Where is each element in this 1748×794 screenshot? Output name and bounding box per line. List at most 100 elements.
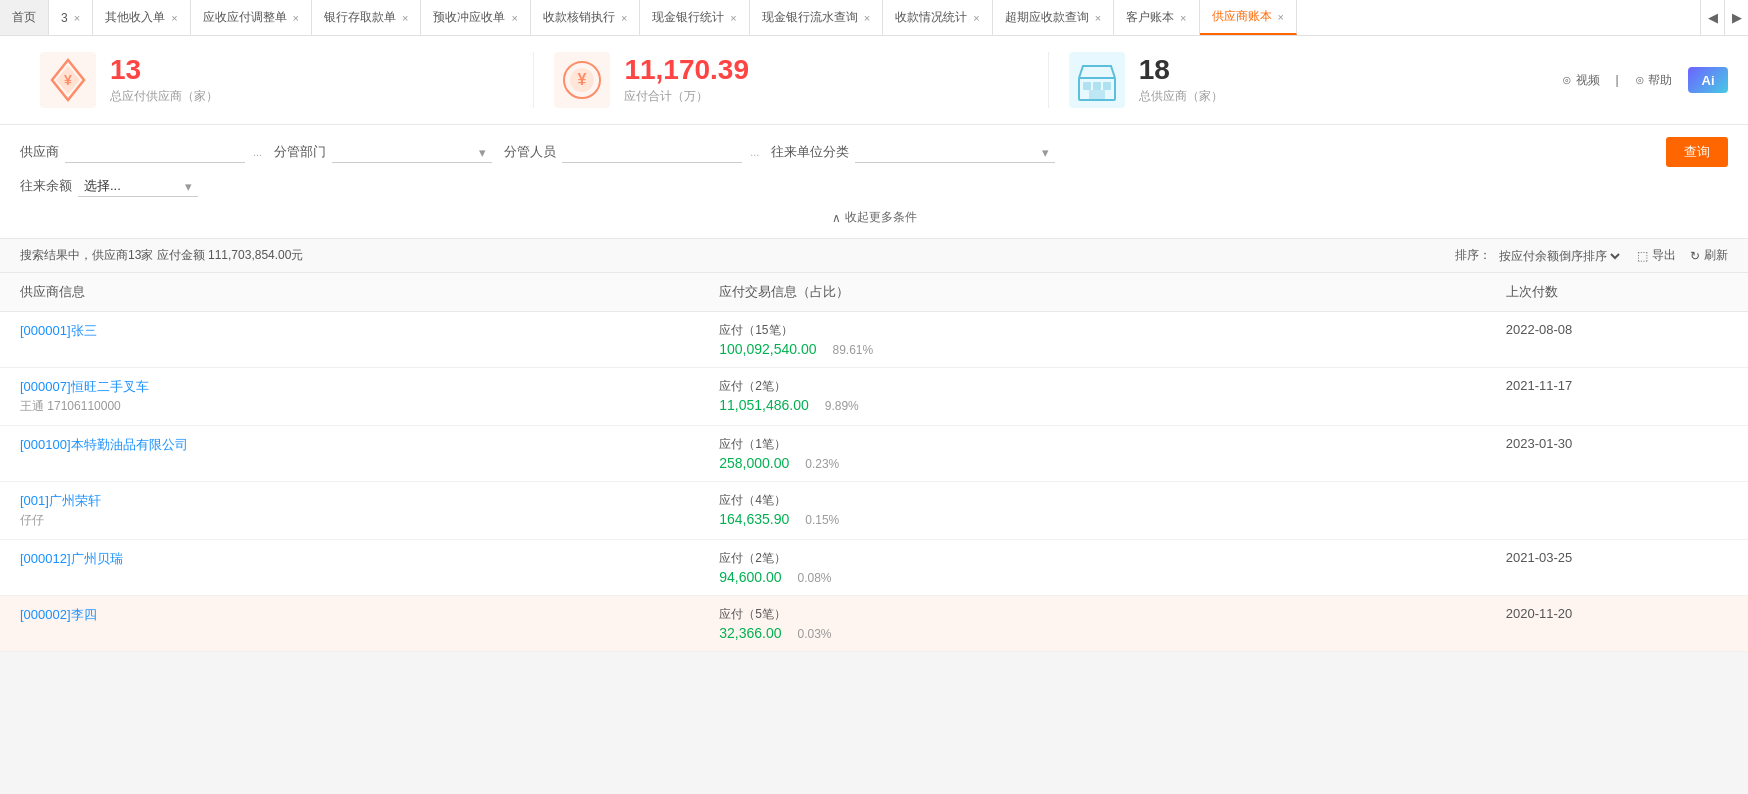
tab-other-income[interactable]: 其他收入单 × (93, 0, 190, 35)
payable-label: 应付（1笔） (719, 436, 1466, 453)
collapse-arrow-icon: ∧ (832, 211, 841, 225)
extra-cell (1688, 482, 1748, 540)
supplier-ellipsis[interactable]: ... (253, 146, 262, 158)
close-icon[interactable]: × (293, 12, 299, 24)
nav-next-arrow[interactable]: ▶ (1724, 0, 1748, 36)
col-extra (1688, 273, 1748, 312)
close-icon[interactable]: × (864, 12, 870, 24)
tab-supplier-account[interactable]: 供应商账本 × (1200, 0, 1297, 35)
tab-3[interactable]: 3 × (49, 0, 93, 35)
close-icon[interactable]: × (511, 12, 517, 24)
last-pay-cell: 2021-03-25 (1486, 540, 1688, 596)
last-pay-cell: 2020-11-20 (1486, 596, 1688, 652)
dept-select[interactable] (332, 141, 492, 163)
tab-collection-stat[interactable]: 收款情况统计 × (883, 0, 992, 35)
supplier-link[interactable]: [001]广州荣轩 (20, 493, 101, 508)
supplier-info-cell: [000002]李四 (0, 596, 699, 652)
help-link[interactable]: ⊙ 帮助 (1635, 72, 1672, 89)
export-icon: ⬚ (1637, 249, 1648, 263)
payable-pct: 0.15% (805, 513, 839, 527)
tab-receivable-exec[interactable]: 收款核销执行 × (531, 0, 640, 35)
close-icon[interactable]: × (730, 12, 736, 24)
payable-info-cell: 应付（15笔）100,092,540.0089.61% (699, 312, 1486, 368)
payable-info-cell: 应付（5笔）32,366.000.03% (699, 596, 1486, 652)
payable-pct: 0.03% (797, 627, 831, 641)
supplier-link[interactable]: [000007]恒旺二手叉车 (20, 379, 149, 394)
tab-ap-adjust[interactable]: 应收应付调整单 × (191, 0, 312, 35)
results-actions: 排序： 按应付余额倒序排序 ⬚ 导出 ↻ 刷新 (1455, 247, 1728, 264)
payable-label: 应付（2笔） (719, 550, 1466, 567)
extra-cell (1688, 596, 1748, 652)
query-button[interactable]: 查询 (1666, 137, 1728, 167)
extra-cell (1688, 540, 1748, 596)
balance-select-wrap: 选择... (78, 175, 198, 197)
unit-class-select[interactable] (855, 141, 1055, 163)
supplier-link[interactable]: [000002]李四 (20, 607, 97, 622)
tab-overdue-query[interactable]: 超期应收款查询 × (993, 0, 1114, 35)
tab-bank-deposit[interactable]: 银行存取款单 × (312, 0, 421, 35)
tab-cash-bank-flow[interactable]: 现金银行流水查询 × (750, 0, 883, 35)
unit-class-label: 往来单位分类 (771, 143, 849, 161)
table-row: [000007]恒旺二手叉车王通 17106110000应付（2笔）11,051… (0, 368, 1748, 426)
last-pay-cell (1486, 482, 1688, 540)
supplier-link[interactable]: [000001]张三 (20, 323, 97, 338)
close-icon[interactable]: × (973, 12, 979, 24)
svg-rect-10 (1083, 82, 1091, 90)
payable-info-cell: 应付（1笔）258,000.000.23% (699, 426, 1486, 482)
last-pay-date: 2023-01-30 (1506, 436, 1668, 451)
supplier-info-cell: [000012]广州贝瑞 (0, 540, 699, 596)
collapse-button[interactable]: ∧ 收起更多条件 (20, 205, 1728, 230)
close-icon[interactable]: × (1278, 11, 1284, 23)
filter-row-1: 供应商 ... 分管部门 分管人员 ... 往来单位分类 (20, 137, 1728, 167)
close-icon[interactable]: × (402, 12, 408, 24)
supplier-table: 供应商信息 应付交易信息（占比） 上次付数 [000001]张三应付（15笔）1… (0, 273, 1748, 652)
refresh-label: 刷新 (1704, 247, 1728, 264)
video-link[interactable]: ⊙ 视频 (1562, 72, 1599, 89)
tab-cash-bank-stat[interactable]: 现金银行统计 × (640, 0, 749, 35)
last-pay-date: 2022-08-08 (1506, 322, 1668, 337)
close-icon[interactable]: × (171, 12, 177, 24)
close-icon[interactable]: × (1180, 12, 1186, 24)
supplier-link[interactable]: [000012]广州贝瑞 (20, 551, 123, 566)
close-icon[interactable]: × (74, 12, 80, 24)
export-label: 导出 (1652, 247, 1676, 264)
payable-label: 应付（4笔） (719, 492, 1466, 509)
table-row: [001]广州荣轩仔仔应付（4笔）164,635.900.15% (0, 482, 1748, 540)
supplier-label: 供应商 (20, 143, 59, 161)
last-pay-cell: 2022-08-08 (1486, 312, 1688, 368)
results-summary: 搜索结果中，供应商13家 应付金额 111,703,854.00元 (20, 247, 303, 264)
supplier-input[interactable] (65, 141, 245, 163)
close-icon[interactable]: × (621, 12, 627, 24)
close-icon[interactable]: × (1095, 12, 1101, 24)
export-button[interactable]: ⬚ 导出 (1637, 247, 1676, 264)
collapse-label: 收起更多条件 (845, 209, 917, 226)
tab-advance-writeoff[interactable]: 预收冲应收单 × (421, 0, 530, 35)
dept-select-wrap (332, 141, 492, 163)
payable-amount-num: 11,170.39 (624, 56, 749, 84)
top-navigation: 首页 3 × 其他收入单 × 应收应付调整单 × 银行存取款单 × 预收冲应收单… (0, 0, 1748, 36)
supplier-link[interactable]: [000100]本特勤油品有限公司 (20, 437, 188, 452)
tab-customer-account[interactable]: 客户账本 × (1114, 0, 1199, 35)
refresh-button[interactable]: ↻ 刷新 (1690, 247, 1728, 264)
svg-rect-11 (1093, 82, 1101, 90)
svg-rect-13 (1089, 90, 1105, 100)
payable-amount-label: 应付合计（万） (624, 88, 749, 105)
payable-amount: 11,051,486.00 (719, 397, 809, 413)
person-input[interactable] (562, 141, 742, 163)
sort-select[interactable]: 按应付余额倒序排序 (1495, 248, 1623, 264)
dept-label: 分管部门 (274, 143, 326, 161)
ai-button[interactable]: Ai (1688, 67, 1728, 93)
main-table-wrap: 供应商信息 应付交易信息（占比） 上次付数 [000001]张三应付（15笔）1… (0, 273, 1748, 652)
payable-amount: 258,000.00 (719, 455, 789, 471)
table-body: [000001]张三应付（15笔）100,092,540.0089.61%202… (0, 312, 1748, 652)
sort-control: 排序： 按应付余额倒序排序 (1455, 247, 1623, 264)
balance-select[interactable]: 选择... (78, 175, 198, 197)
supplier-info-cell: [001]广州荣轩仔仔 (0, 482, 699, 540)
last-pay-cell: 2021-11-17 (1486, 368, 1688, 426)
store-icon (1069, 52, 1125, 108)
tab-home[interactable]: 首页 (0, 0, 49, 35)
person-ellipsis[interactable]: ... (750, 146, 759, 158)
filter-balance: 往来余额 选择... (20, 175, 198, 197)
help-links: ⊙ 视频 | ⊙ 帮助 Ai (1562, 67, 1728, 93)
nav-prev-arrow[interactable]: ◀ (1700, 0, 1724, 36)
